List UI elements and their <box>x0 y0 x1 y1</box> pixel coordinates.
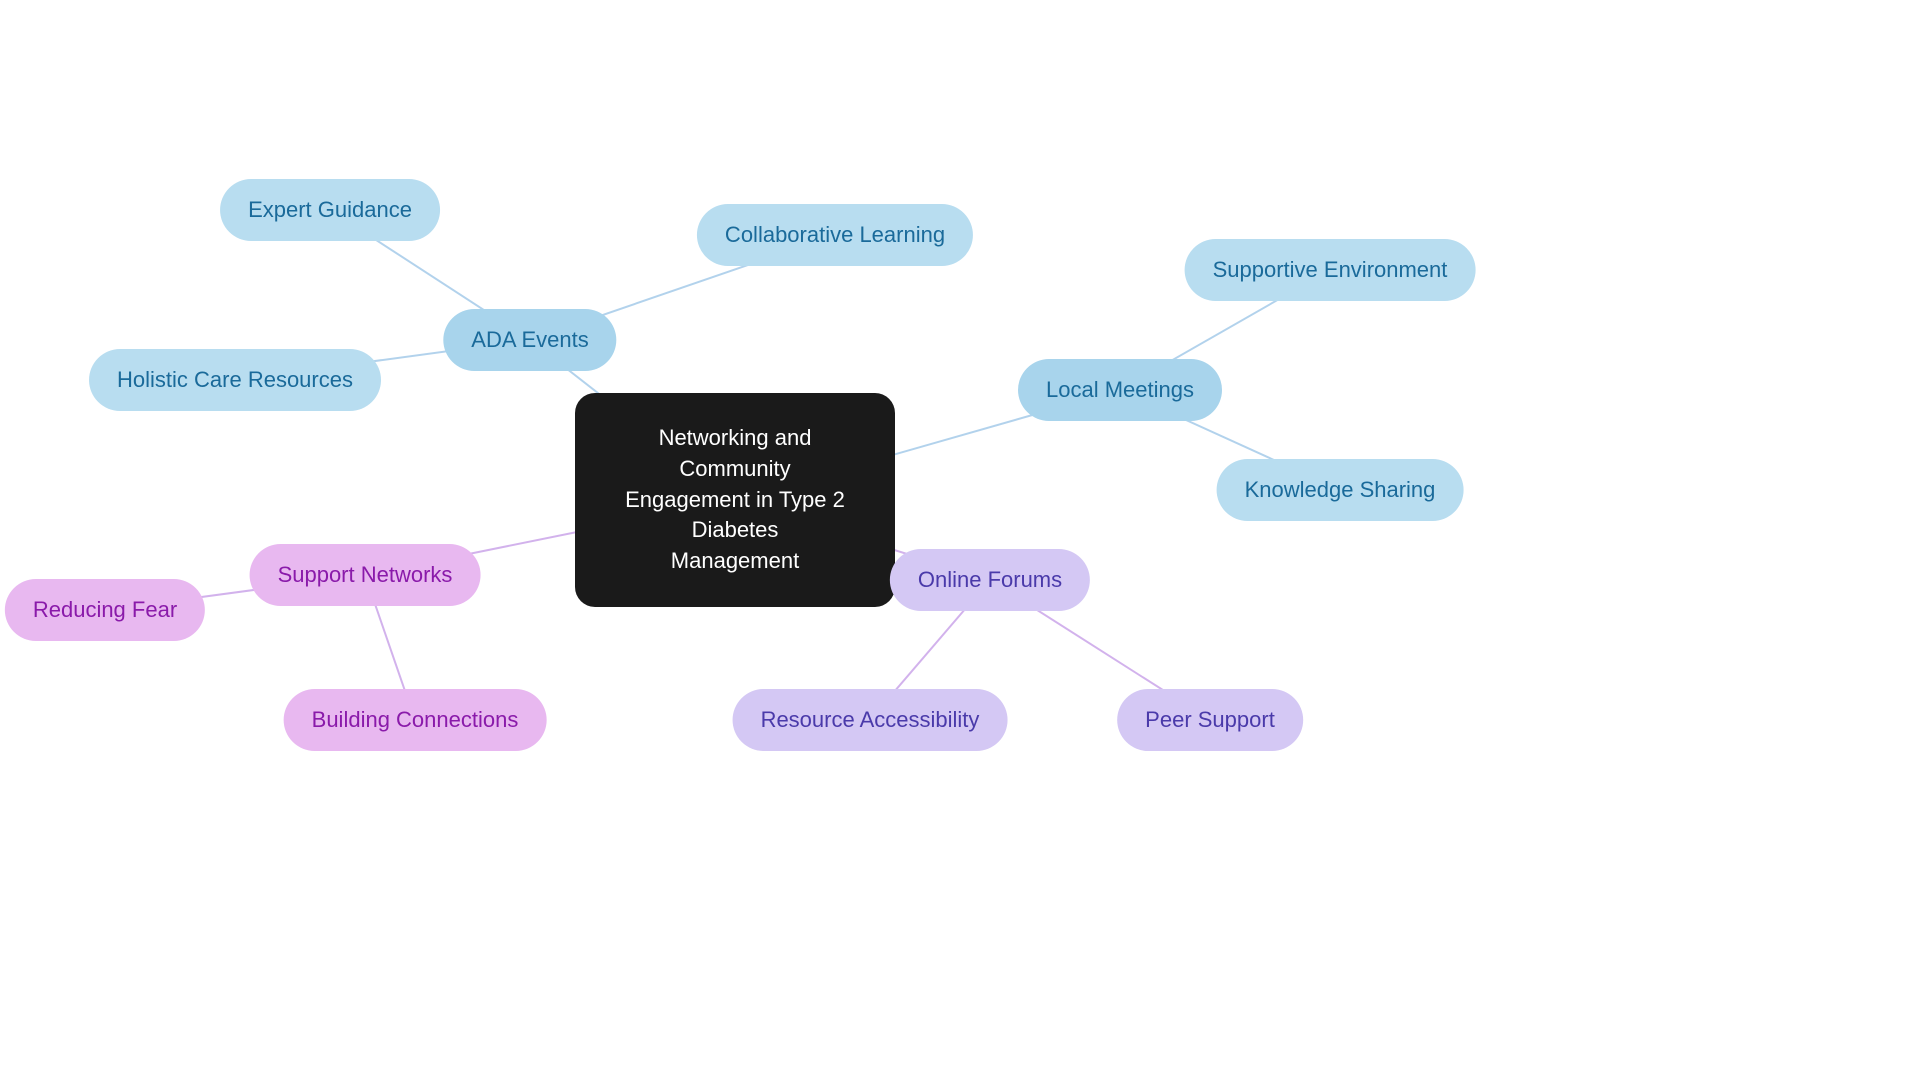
node-label-ada-events: ADA Events <box>471 327 588 353</box>
node-local-meetings: Local Meetings <box>1018 359 1222 421</box>
node-resource-accessibility: Resource Accessibility <box>733 689 1008 751</box>
connections-svg <box>0 0 1920 1083</box>
node-label-collaborative-learning: Collaborative Learning <box>725 222 945 248</box>
node-collaborative-learning: Collaborative Learning <box>697 204 973 266</box>
node-label-building-connections: Building Connections <box>312 707 519 733</box>
node-knowledge-sharing: Knowledge Sharing <box>1217 459 1464 521</box>
node-online-forums: Online Forums <box>890 549 1090 611</box>
node-label-knowledge-sharing: Knowledge Sharing <box>1245 477 1436 503</box>
node-label-resource-accessibility: Resource Accessibility <box>761 707 980 733</box>
node-reducing-fear: Reducing Fear <box>5 579 205 641</box>
node-expert-guidance: Expert Guidance <box>220 179 440 241</box>
node-label-holistic-care: Holistic Care Resources <box>117 367 353 393</box>
node-label-expert-guidance: Expert Guidance <box>248 197 412 223</box>
node-label-support-networks: Support Networks <box>278 562 453 588</box>
node-label-supportive-environment: Supportive Environment <box>1213 257 1448 283</box>
node-label-peer-support: Peer Support <box>1145 707 1275 733</box>
node-building-connections: Building Connections <box>284 689 547 751</box>
node-ada-events: ADA Events <box>443 309 616 371</box>
node-holistic-care: Holistic Care Resources <box>89 349 381 411</box>
node-support-networks: Support Networks <box>250 544 481 606</box>
node-label-local-meetings: Local Meetings <box>1046 377 1194 403</box>
center-label: Networking and Community Engagement in T… <box>610 423 860 577</box>
node-label-online-forums: Online Forums <box>918 567 1062 593</box>
center-node: Networking and Community Engagement in T… <box>575 393 895 607</box>
node-label-reducing-fear: Reducing Fear <box>33 597 177 623</box>
node-peer-support: Peer Support <box>1117 689 1303 751</box>
mindmap-container: Networking and Community Engagement in T… <box>0 0 1920 1083</box>
node-supportive-environment: Supportive Environment <box>1185 239 1476 301</box>
